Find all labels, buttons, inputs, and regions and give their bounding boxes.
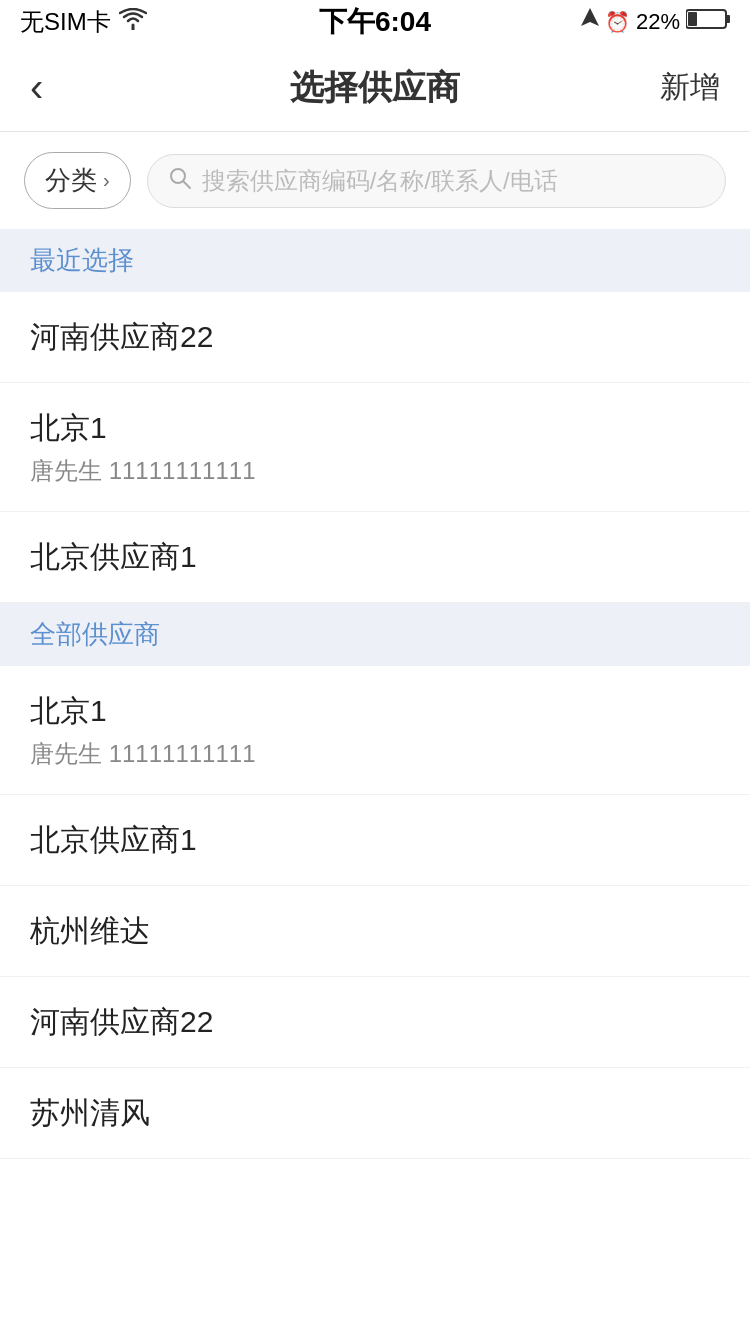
- status-left: 无SIM卡: [20, 6, 147, 38]
- list-item[interactable]: 北京1 唐先生 11111111111: [0, 383, 750, 512]
- filter-bar: 分类 › 搜索供应商编码/名称/联系人/电话: [0, 132, 750, 229]
- item-name: 北京1: [30, 690, 720, 732]
- recent-section-header: 最近选择: [0, 229, 750, 292]
- page-title: 选择供应商: [290, 65, 460, 111]
- battery-icon: [686, 8, 730, 36]
- location-icon: [581, 8, 599, 36]
- list-item[interactable]: 杭州维达: [0, 886, 750, 977]
- item-sub: 唐先生 11111111111: [30, 455, 720, 487]
- svg-marker-0: [581, 8, 599, 26]
- item-name: 河南供应商22: [30, 316, 720, 358]
- item-name: 河南供应商22: [30, 1001, 720, 1043]
- item-sub: 唐先生 11111111111: [30, 738, 720, 770]
- search-placeholder: 搜索供应商编码/名称/联系人/电话: [202, 165, 558, 197]
- svg-line-5: [183, 181, 190, 188]
- status-bar: 无SIM卡 下午6:04 ⏰ 22%: [0, 0, 750, 44]
- list-item[interactable]: 河南供应商22: [0, 977, 750, 1068]
- list-item[interactable]: 苏州清风: [0, 1068, 750, 1159]
- list-item[interactable]: 北京供应商1: [0, 512, 750, 603]
- item-name: 北京供应商1: [30, 819, 720, 861]
- item-name: 北京1: [30, 407, 720, 449]
- list-item[interactable]: 北京供应商1: [0, 795, 750, 886]
- item-name: 北京供应商1: [30, 536, 720, 578]
- svg-rect-3: [688, 12, 697, 26]
- recent-list: 河南供应商22 北京1 唐先生 11111111111 北京供应商1: [0, 292, 750, 603]
- add-button[interactable]: 新增: [660, 67, 720, 108]
- chevron-right-icon: ›: [103, 169, 110, 192]
- item-name: 杭州维达: [30, 910, 720, 952]
- carrier-label: 无SIM卡: [20, 6, 111, 38]
- list-item[interactable]: 河南供应商22: [0, 292, 750, 383]
- nav-bar: ‹ 选择供应商 新增: [0, 44, 750, 132]
- list-item[interactable]: 北京1 唐先生 11111111111: [0, 666, 750, 795]
- wifi-icon: [119, 8, 147, 36]
- search-box[interactable]: 搜索供应商编码/名称/联系人/电话: [147, 154, 726, 208]
- all-section-header: 全部供应商: [0, 603, 750, 666]
- category-button[interactable]: 分类 ›: [24, 152, 131, 209]
- alarm-icon: ⏰: [605, 10, 630, 34]
- svg-rect-2: [726, 15, 730, 23]
- status-time: 下午6:04: [319, 3, 431, 41]
- item-name: 苏州清风: [30, 1092, 720, 1134]
- all-list: 北京1 唐先生 11111111111 北京供应商1 杭州维达河南供应商22 苏州清风: [0, 666, 750, 1159]
- status-right: ⏰ 22%: [581, 8, 730, 36]
- back-button[interactable]: ‹: [30, 65, 90, 110]
- category-label: 分类: [45, 163, 97, 198]
- battery-percent: 22%: [636, 9, 680, 35]
- search-icon: [168, 166, 192, 196]
